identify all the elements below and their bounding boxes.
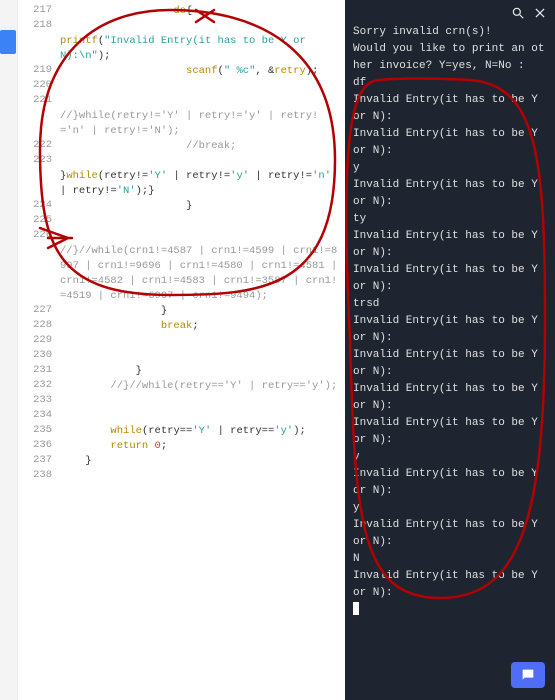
code-text: }	[60, 454, 339, 469]
line-number: 232	[24, 379, 52, 391]
code-line[interactable]: 217 do{	[24, 4, 339, 19]
chat-button[interactable]	[511, 662, 545, 688]
console-line: Invalid Entry(it has to be Y or N):	[353, 568, 547, 602]
line-number: 228	[24, 319, 52, 331]
code-line[interactable]: 222 //break;	[24, 139, 339, 154]
code-line[interactable]: 226	[24, 229, 339, 244]
line-number: 226	[24, 229, 52, 241]
line-number: 217	[24, 4, 52, 16]
code-line[interactable]: 223	[24, 154, 339, 169]
line-number: 220	[24, 79, 52, 91]
code-line[interactable]: //}//while(crn1!=4587 | crn1!=4599 | crn…	[24, 244, 339, 304]
console-line: Sorry invalid crn(s)!	[353, 24, 547, 41]
console-line: Invalid Entry(it has to be Y or N):	[353, 126, 547, 160]
line-number: 237	[24, 454, 52, 466]
line-number: 223	[24, 154, 52, 166]
console-line: Invalid Entry(it has to be Y or N):	[353, 466, 547, 500]
console-line: y	[353, 449, 547, 466]
code-text: //}while(retry!='Y' | retry!='y' | retry…	[60, 109, 339, 139]
line-number: 224	[24, 199, 52, 211]
line-number: 233	[24, 394, 52, 406]
code-line[interactable]: 233	[24, 394, 339, 409]
search-icon[interactable]	[511, 6, 525, 20]
line-number: 219	[24, 64, 52, 76]
code-line[interactable]: 235 while(retry=='Y' | retry=='y');	[24, 424, 339, 439]
console-line: y	[353, 500, 547, 517]
console-line: ty	[353, 211, 547, 228]
code-line[interactable]: 238	[24, 469, 339, 484]
editor-gutter	[0, 0, 18, 700]
console-line: Invalid Entry(it has to be Y or N):	[353, 347, 547, 381]
console-line: Invalid Entry(it has to be Y or N):	[353, 415, 547, 449]
console-line: Invalid Entry(it has to be Y or N):	[353, 92, 547, 126]
console-line: Invalid Entry(it has to be Y or N):	[353, 381, 547, 415]
code-text: //break;	[60, 139, 339, 154]
code-line[interactable]: 220	[24, 79, 339, 94]
line-number: 218	[24, 19, 52, 31]
line-number: 225	[24, 214, 52, 226]
console-output[interactable]: Sorry invalid crn(s)!Would you like to p…	[345, 0, 555, 700]
console-line: df	[353, 75, 547, 92]
code-line[interactable]: 234	[24, 409, 339, 424]
line-number: 236	[24, 439, 52, 451]
console-line: N	[353, 551, 547, 568]
line-number: 238	[24, 469, 52, 481]
code-text: while(retry=='Y' | retry=='y');	[60, 424, 339, 439]
code-line[interactable]: 236 return 0;	[24, 439, 339, 454]
line-number: 234	[24, 409, 52, 421]
line-number: 235	[24, 424, 52, 436]
close-icon[interactable]	[533, 6, 547, 20]
line-number: 222	[24, 139, 52, 151]
code-text: }	[60, 199, 339, 214]
code-editor[interactable]: 217 do{218printf("Invalid Entry(it has t…	[18, 0, 345, 700]
chat-icon	[520, 667, 536, 683]
code-text: break;	[60, 319, 339, 334]
code-line[interactable]: 230	[24, 349, 339, 364]
code-line[interactable]: 228 break;	[24, 319, 339, 334]
code-line[interactable]: }while(retry!='Y' | retry!='y' | retry!=…	[24, 169, 339, 199]
code-line[interactable]: 219 scanf(" %c", &retry);	[24, 64, 339, 79]
console-line: Invalid Entry(it has to be Y or N):	[353, 228, 547, 262]
console-cursor	[353, 602, 359, 615]
code-text: do{	[60, 4, 339, 19]
console-line: Invalid Entry(it has to be Y or N):	[353, 177, 547, 211]
code-line[interactable]: 218	[24, 19, 339, 34]
code-line[interactable]: 229	[24, 334, 339, 349]
line-number: 229	[24, 334, 52, 346]
code-text: }while(retry!='Y' | retry!='y' | retry!=…	[60, 169, 339, 199]
console-line: Invalid Entry(it has to be Y or N):	[353, 313, 547, 347]
code-text: return 0;	[60, 439, 339, 454]
code-text: //}//while(retry=='Y' | retry=='y');	[60, 379, 339, 394]
code-line[interactable]: 227 }	[24, 304, 339, 319]
console-line: Invalid Entry(it has to be Y or N):	[353, 262, 547, 296]
code-line[interactable]: 225	[24, 214, 339, 229]
code-line[interactable]: printf("Invalid Entry(it has to be Y or …	[24, 34, 339, 64]
code-line[interactable]: 237 }	[24, 454, 339, 469]
code-text: }	[60, 364, 339, 379]
code-text: }	[60, 304, 339, 319]
side-tab-button[interactable]	[0, 30, 16, 54]
line-number: 231	[24, 364, 52, 376]
code-line[interactable]: //}while(retry!='Y' | retry!='y' | retry…	[24, 109, 339, 139]
code-line[interactable]: 224 }	[24, 199, 339, 214]
console-line: Invalid Entry(it has to be Y or N):	[353, 517, 547, 551]
line-number: 227	[24, 304, 52, 316]
line-number: 221	[24, 94, 52, 106]
code-line[interactable]: 232 //}//while(retry=='Y' | retry=='y');	[24, 379, 339, 394]
code-line[interactable]: 231 }	[24, 364, 339, 379]
console-line: y	[353, 160, 547, 177]
line-number: 230	[24, 349, 52, 361]
console-line: Would you like to print an other invoice…	[353, 41, 547, 75]
code-text: scanf(" %c", &retry);	[60, 64, 339, 79]
code-text: printf("Invalid Entry(it has to be Y or …	[60, 34, 339, 64]
code-text: //}//while(crn1!=4587 | crn1!=4599 | crn…	[60, 244, 339, 304]
code-line[interactable]: 221	[24, 94, 339, 109]
console-line: trsd	[353, 296, 547, 313]
